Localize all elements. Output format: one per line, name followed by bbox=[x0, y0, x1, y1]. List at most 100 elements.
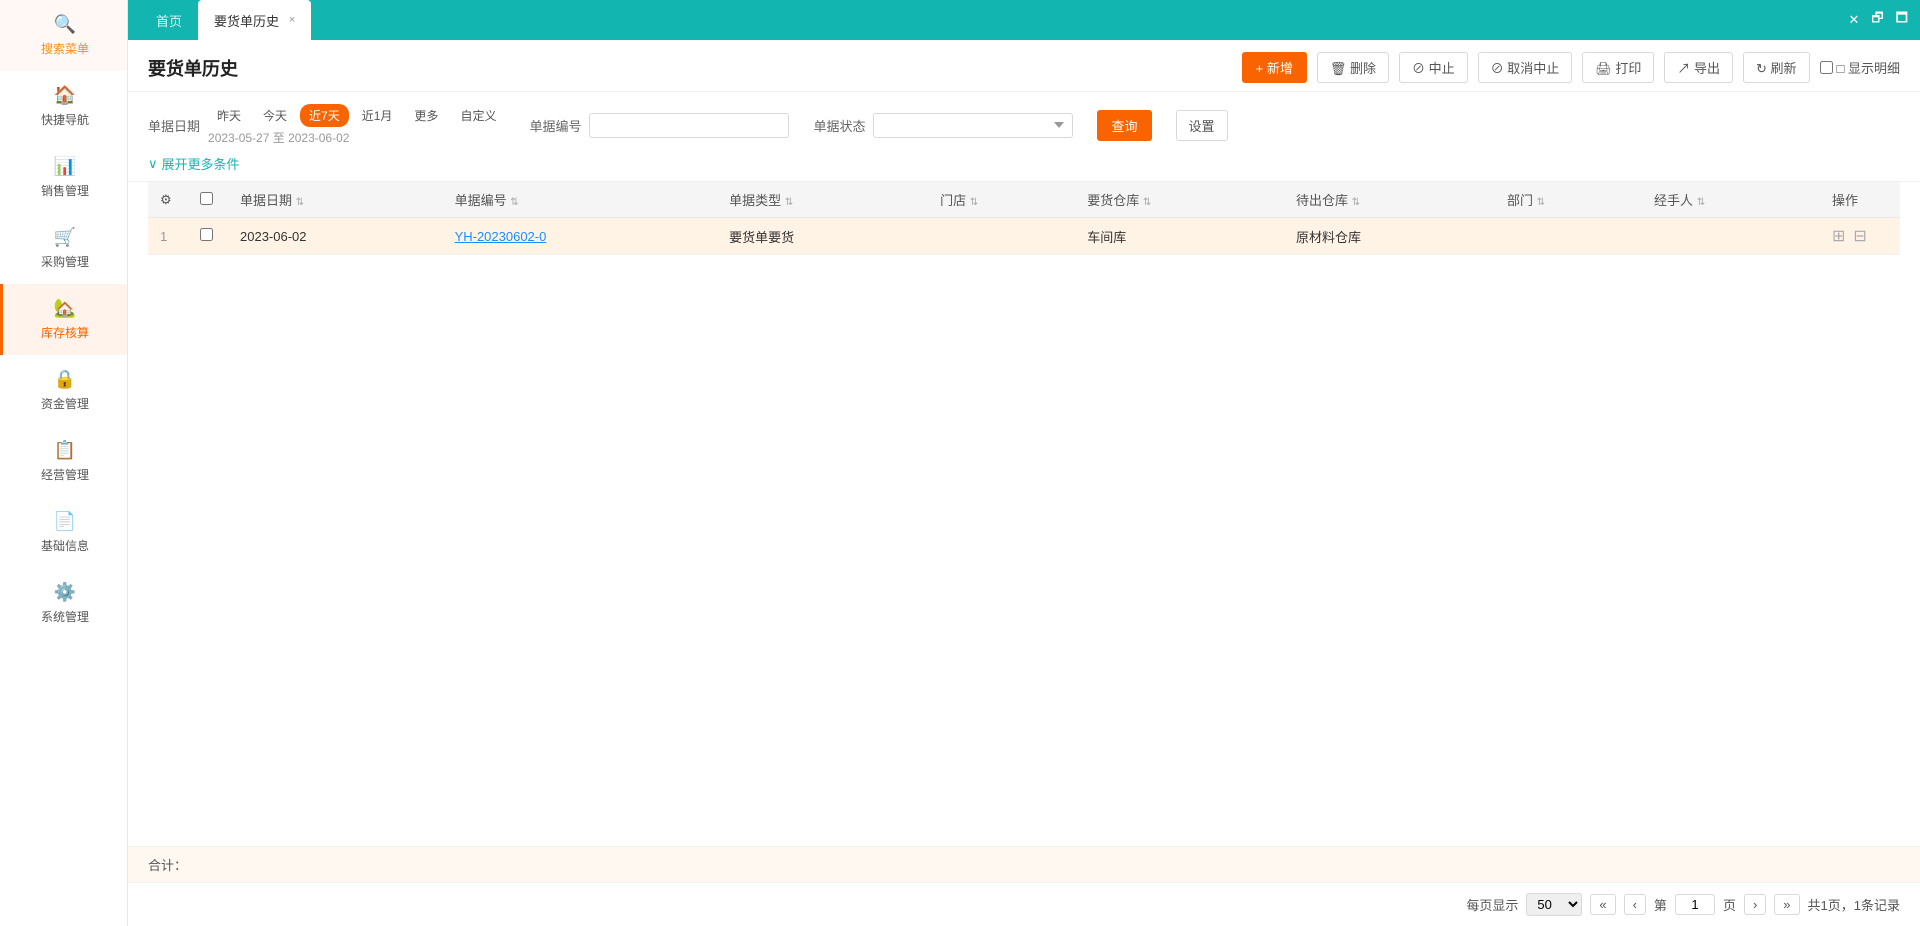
filter-area: 单据日期 昨天今天近7天近1月更多自定义 2023-05-27 至 2023-0… bbox=[128, 92, 1920, 182]
sort-icon-store: ⇅ bbox=[970, 197, 978, 208]
topbar: 首页要货单历史× ✕ 🗗 🗖 bbox=[128, 0, 1920, 40]
expand-filter-button[interactable]: ∨ 展开更多条件 bbox=[148, 154, 240, 173]
show-detail-label: □ 显示明细 bbox=[1837, 58, 1900, 77]
date-btn-近7天[interactable]: 近7天 bbox=[300, 104, 349, 127]
show-detail-checkbox[interactable]: □ 显示明细 bbox=[1820, 58, 1900, 77]
topbar-right: ✕ 🗗 🗖 bbox=[1849, 9, 1908, 31]
col-header-doc_date[interactable]: 单据日期 ⇅ bbox=[228, 182, 443, 218]
table-footer: 合计： bbox=[128, 846, 1920, 882]
sidebar-label-system: 系统管理 bbox=[41, 608, 89, 625]
sidebar-item-quick-nav[interactable]: 🏠快捷导航 bbox=[0, 71, 127, 142]
col-header-doc_no[interactable]: 单据编号 ⇅ bbox=[443, 182, 718, 218]
page-title: 要货单历史 bbox=[148, 55, 1242, 81]
query-button[interactable]: 查询 bbox=[1097, 110, 1151, 141]
total-info: 共1页，1条记录 bbox=[1808, 895, 1900, 914]
sidebar-label-search-menu: 搜索菜单 bbox=[41, 40, 89, 57]
sort-icon-doc_type: ⇅ bbox=[785, 197, 793, 208]
sidebar-icon-inventory: 🏡 bbox=[54, 298, 76, 319]
row-doc-type: 要货单要货 bbox=[717, 218, 928, 255]
page-header: 要货单历史 + 新增 🗑 删除 ⊘ 中止 ⊘ 取消中止 🖨 打印 ↗ 导出 ↻ … bbox=[128, 40, 1920, 92]
row-num: 1 bbox=[148, 218, 188, 255]
tab-close-requisition-history[interactable]: × bbox=[289, 14, 295, 26]
sort-icon-doc_no: ⇅ bbox=[510, 197, 518, 208]
main-content: 首页要货单历史× ✕ 🗗 🗖 要货单历史 + 新增 🗑 删除 ⊘ 中止 ⊘ 取消… bbox=[128, 0, 1920, 926]
sidebar-item-operations[interactable]: 📋经营管理 bbox=[0, 426, 127, 497]
date-filter-label: 单据日期 bbox=[148, 116, 200, 135]
data-table: ⚙ 单据日期 ⇅单据编号 ⇅单据类型 ⇅门店 ⇅要货仓库 ⇅待出仓库 ⇅部门 ⇅经… bbox=[148, 182, 1900, 255]
date-btn-昨天[interactable]: 昨天 bbox=[208, 104, 250, 127]
tab-requisition-history[interactable]: 要货单历史× bbox=[198, 0, 311, 40]
sidebar-item-purchase[interactable]: 🛒采购管理 bbox=[0, 213, 127, 284]
status-select[interactable] bbox=[873, 113, 1073, 138]
per-page-select[interactable]: 102050100 bbox=[1526, 893, 1582, 916]
expand-icon: ∨ bbox=[148, 156, 158, 172]
col-header-store[interactable]: 门店 ⇅ bbox=[928, 182, 1075, 218]
col-header-doc_type[interactable]: 单据类型 ⇅ bbox=[717, 182, 928, 218]
row-department bbox=[1495, 218, 1642, 255]
show-detail-input[interactable] bbox=[1820, 61, 1833, 74]
stop-button[interactable]: ⊘ 中止 bbox=[1399, 52, 1468, 83]
status-filter-group: 单据状态 bbox=[813, 113, 1073, 138]
row-checkbox[interactable] bbox=[188, 218, 228, 255]
edit-icon[interactable]: ⊞ bbox=[1832, 226, 1845, 246]
table-container: ⚙ 单据日期 ⇅单据编号 ⇅单据类型 ⇅门店 ⇅要货仓库 ⇅待出仓库 ⇅部门 ⇅经… bbox=[128, 182, 1920, 846]
settings-filter-button[interactable]: 设置 bbox=[1176, 110, 1228, 141]
date-btn-自定义[interactable]: 自定义 bbox=[451, 104, 505, 127]
table-body: 1 2023-06-02 YH-20230602-0 要货单要货 车间库 原材料… bbox=[148, 218, 1900, 255]
col-header-handler[interactable]: 经手人 ⇅ bbox=[1642, 182, 1820, 218]
sidebar-item-search-menu[interactable]: 🔍 搜索菜单 bbox=[0, 0, 127, 71]
next-page-button[interactable]: › bbox=[1744, 894, 1766, 915]
settings-col-icon[interactable]: ⚙ bbox=[160, 192, 172, 207]
col-header-req_warehouse[interactable]: 要货仓库 ⇅ bbox=[1075, 182, 1284, 218]
sidebar-label-purchase: 采购管理 bbox=[41, 253, 89, 270]
sidebar-icon-search-menu: 🔍 bbox=[54, 14, 76, 35]
last-page-button[interactable]: » bbox=[1774, 894, 1799, 915]
print-button[interactable]: 🖨 打印 bbox=[1582, 52, 1654, 83]
sidebar-item-finance[interactable]: 🔒 资金管理 bbox=[0, 355, 127, 426]
sort-icon-doc_date: ⇅ bbox=[296, 197, 304, 208]
doc-no-input[interactable] bbox=[589, 113, 789, 138]
col-header-department[interactable]: 部门 ⇅ bbox=[1495, 182, 1642, 218]
tab-home[interactable]: 首页 bbox=[140, 0, 198, 40]
page-area: 要货单历史 + 新增 🗑 删除 ⊘ 中止 ⊘ 取消中止 🖨 打印 ↗ 导出 ↻ … bbox=[128, 40, 1920, 926]
table-head: ⚙ 单据日期 ⇅单据编号 ⇅单据类型 ⇅门店 ⇅要货仓库 ⇅待出仓库 ⇅部门 ⇅经… bbox=[148, 182, 1900, 218]
row-handler bbox=[1642, 218, 1820, 255]
refresh-button[interactable]: ↻ 刷新 bbox=[1743, 52, 1810, 83]
sidebar-item-basic-info[interactable]: 📄基础信息 bbox=[0, 497, 127, 568]
select-all-checkbox[interactable] bbox=[200, 192, 213, 205]
prev-page-button[interactable]: ‹ bbox=[1624, 894, 1646, 915]
col-header-pending_warehouse[interactable]: 待出仓库 ⇅ bbox=[1284, 182, 1495, 218]
row-store bbox=[928, 218, 1075, 255]
row-doc-no[interactable]: YH-20230602-0 bbox=[443, 218, 718, 255]
row-req-warehouse: 车间库 bbox=[1075, 218, 1284, 255]
new-button[interactable]: + 新增 bbox=[1242, 52, 1307, 83]
date-btn-更多[interactable]: 更多 bbox=[405, 104, 447, 127]
cancel-stop-button[interactable]: ⊘ 取消中止 bbox=[1478, 52, 1573, 83]
sidebar-label-inventory: 库存核算 bbox=[41, 324, 89, 341]
maximize-window-icon[interactable]: 🗖 bbox=[1896, 9, 1908, 31]
date-range-text: 2023-05-27 至 2023-06-02 bbox=[208, 129, 505, 146]
row-select[interactable] bbox=[200, 228, 213, 241]
page-label: 第 bbox=[1654, 895, 1667, 914]
date-btn-今天[interactable]: 今天 bbox=[254, 104, 296, 127]
first-page-button[interactable]: « bbox=[1590, 894, 1615, 915]
col-header-settings: ⚙ bbox=[148, 182, 188, 218]
sidebar-item-inventory[interactable]: 🏡 库存核算 bbox=[0, 284, 127, 355]
summary-label: 合计： bbox=[148, 855, 187, 874]
restore-window-icon[interactable]: 🗗 bbox=[1871, 9, 1883, 31]
delete-button[interactable]: 🗑 删除 bbox=[1317, 52, 1389, 83]
sidebar-label-finance: 资金管理 bbox=[41, 395, 89, 412]
filter-row: 单据日期 昨天今天近7天近1月更多自定义 2023-05-27 至 2023-0… bbox=[148, 104, 1900, 146]
sidebar-icon-quick-nav: 🏠 bbox=[54, 85, 76, 106]
sidebar-icon-finance: 🔒 bbox=[54, 369, 76, 390]
sidebar-label-sales: 销售管理 bbox=[41, 182, 89, 199]
more-icon[interactable]: ⊟ bbox=[1853, 226, 1866, 246]
date-btn-近1月[interactable]: 近1月 bbox=[353, 104, 402, 127]
sort-icon-handler: ⇅ bbox=[1697, 197, 1705, 208]
sidebar-item-sales[interactable]: 📊销售管理 bbox=[0, 142, 127, 213]
export-button[interactable]: ↗ 导出 bbox=[1664, 52, 1733, 83]
page-input[interactable] bbox=[1675, 894, 1715, 915]
sidebar-item-system[interactable]: ⚙️系统管理 bbox=[0, 568, 127, 639]
close-window-icon[interactable]: ✕ bbox=[1849, 12, 1860, 28]
row-actions: ⊞ ⊟ bbox=[1820, 218, 1900, 255]
